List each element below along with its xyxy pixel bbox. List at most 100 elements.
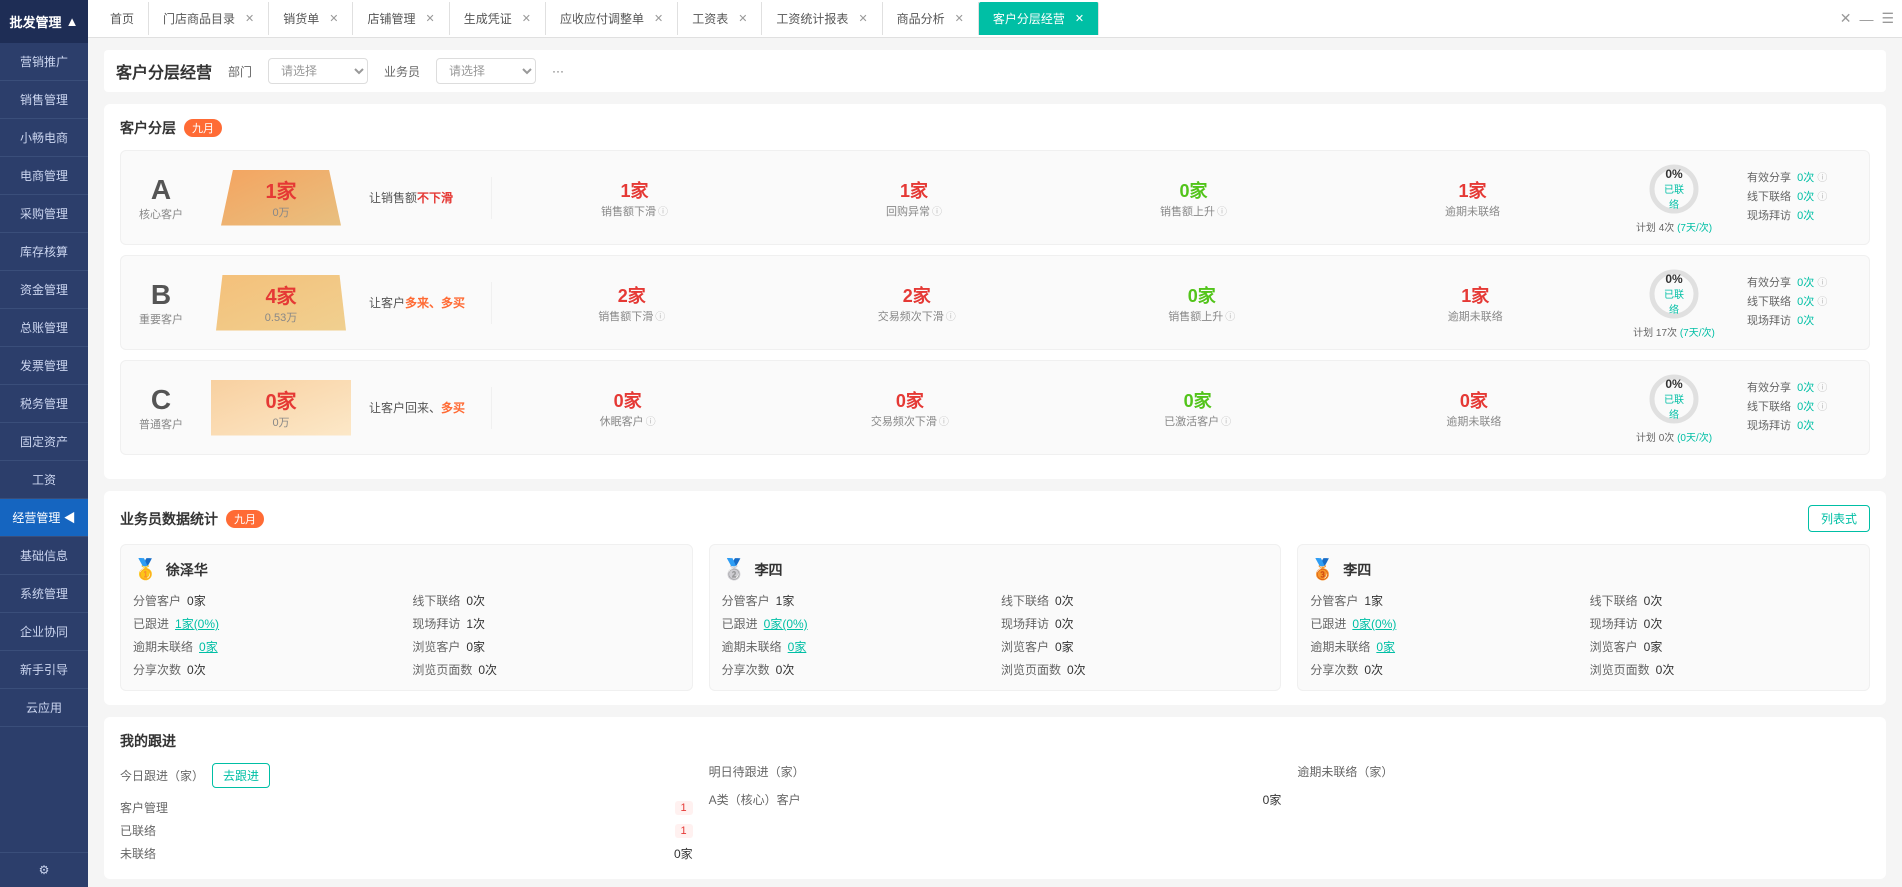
tab-close-store-manage[interactable]: ✕ [426, 12, 435, 25]
tier-c-side-stats: 有效分享 0次 ⓘ 线下联络 0次 ⓘ 现场拜访 0次 [1739, 379, 1869, 436]
sidebar-item-system[interactable]: 系统管理 [0, 575, 88, 613]
tab-close-payroll-report[interactable]: ✕ [858, 12, 867, 25]
tier-row-b: B 重要客户 4家 0.53万 让客户多来、多买 2家 销售 [120, 255, 1870, 350]
person-3-stat-visit: 现场拜访 0次 [1590, 615, 1857, 632]
person-2-stats: 分管客户 1家 线下联络 0次 已跟进 0家(0%) 现场拜访 [722, 592, 1269, 678]
tab-payroll-report[interactable]: 工资统计报表 ✕ [762, 2, 882, 35]
person-1-stat-offline: 线下联络 0次 [412, 592, 679, 609]
stat-info-icon[interactable]: ⓘ [1221, 413, 1231, 428]
page-header: 客户分层经营 部门 请选择 业务员 请选择 ··· [104, 50, 1886, 92]
stat-info-icon[interactable]: ⓘ [1217, 203, 1227, 218]
stat-info-icon[interactable]: ⓘ [655, 308, 665, 323]
medal-2-icon: 🥈 [722, 557, 747, 582]
tab-bar-controls: ✕ — ☰ [1840, 10, 1894, 27]
sidebar-top[interactable]: 批发管理 ▲ [0, 0, 88, 43]
person-3-stat-pages: 浏览页面数 0次 [1590, 661, 1857, 678]
sales-persons-grid: 🥇 徐泽华 分管客户 0家 线下联络 0次 已跟进 [120, 544, 1870, 691]
stat-info-icon[interactable]: ⓘ [1225, 308, 1235, 323]
tier-c-stat3: 0家 已激活客户 ⓘ [1156, 387, 1239, 429]
sidebar-item-purchase[interactable]: 采购管理 [0, 195, 88, 233]
followup-today-row3: 未联络 0家 [120, 842, 693, 865]
followup-section: 我的跟进 今日跟进（家） 去跟进 客户管理 1 已联络 1 [104, 717, 1886, 879]
tab-close-customer-tier[interactable]: ✕ [1075, 12, 1084, 25]
tab-scroll-left-icon[interactable]: ✕ [1840, 10, 1852, 27]
tab-ar-ap[interactable]: 应收应付调整单 ✕ [546, 2, 678, 35]
sidebar-item-marketing[interactable]: 营销推广 [0, 43, 88, 81]
person-2-stat-followed: 已跟进 0家(0%) [722, 615, 989, 632]
tier-c-summary: 0家 0万 [201, 380, 361, 436]
more-options-icon[interactable]: ··· [552, 64, 564, 78]
sidebar-settings[interactable]: ⚙ [0, 852, 88, 887]
sidebar-item-assets[interactable]: 固定资产 [0, 423, 88, 461]
stat-info-icon[interactable]: ⓘ [932, 203, 942, 218]
tab-menu-icon[interactable]: ☰ [1881, 10, 1894, 27]
person-card-2: 🥈 李四 分管客户 1家 线下联络 0次 已跟进 [709, 544, 1282, 691]
sidebar-item-ecommerce[interactable]: 电商管理 [0, 157, 88, 195]
person-3-name: 李四 [1343, 560, 1371, 580]
sidebar-item-ecommerce-small[interactable]: 小畅电商 [0, 119, 88, 157]
tier-a-stat1: 1家 销售额下滑 ⓘ [593, 177, 676, 219]
sidebar-expand-icon[interactable]: ▲ [66, 14, 79, 29]
medal-1-icon: 🥇 [133, 557, 158, 582]
followup-grid: 今日跟进（家） 去跟进 客户管理 1 已联络 1 未联络 0家 [120, 763, 1870, 865]
sidebar-item-tax[interactable]: 税务管理 [0, 385, 88, 423]
sidebar-item-sales[interactable]: 销售管理 [0, 81, 88, 119]
tier-c-tip: 让客户回来、多买 [361, 399, 491, 416]
tier-a-label: A 核心客户 [121, 174, 201, 222]
tier-c-stats: 0家 休眠客户 ⓘ 0家 交易频次下滑 ⓘ 0家 [491, 387, 1609, 429]
tab-close-store-products[interactable]: ✕ [245, 12, 254, 25]
goto-followup-button[interactable]: 去跟进 [212, 763, 270, 788]
stat-info-icon[interactable]: ⓘ [939, 413, 949, 428]
person-1-name: 徐泽华 [166, 560, 208, 580]
person-2-stat-pages: 浏览页面数 0次 [1001, 661, 1268, 678]
sidebar-top-label: 批发管理 [10, 12, 62, 31]
tier-a-stat3: 0家 销售额上升 ⓘ [1152, 177, 1235, 219]
sidebar-item-collab[interactable]: 企业协同 [0, 613, 88, 651]
customer-tier-badge: 九月 [184, 119, 222, 137]
tier-a-contact: 1家 逾期未联络 [1437, 177, 1508, 219]
sidebar-item-finance[interactable]: 资金管理 [0, 271, 88, 309]
tab-product-analysis[interactable]: 商品分析 ✕ [883, 2, 979, 35]
person-3-header: 🥉 李四 [1310, 557, 1857, 582]
sidebar-item-management[interactable]: 经营管理 ◀ [0, 499, 88, 537]
sidebar-item-invoice[interactable]: 发票管理 [0, 347, 88, 385]
person-card-1: 🥇 徐泽华 分管客户 0家 线下联络 0次 已跟进 [120, 544, 693, 691]
tab-close-product-analysis[interactable]: ✕ [955, 12, 964, 25]
biz-stats-title: 业务员数据统计 [120, 509, 218, 529]
stat-info-icon[interactable]: ⓘ [946, 308, 956, 323]
stat-info-icon[interactable]: ⓘ [646, 413, 656, 428]
tab-store-manage[interactable]: 店铺管理 ✕ [353, 2, 449, 35]
sales-select[interactable]: 请选择 [436, 58, 536, 84]
person-1-stat-browse: 浏览客户 0家 [412, 638, 679, 655]
stat-info-icon[interactable]: ⓘ [658, 203, 668, 218]
tab-scroll-right-icon[interactable]: — [1859, 11, 1873, 27]
customer-tier-title: 客户分层 [120, 118, 176, 138]
sidebar-item-base[interactable]: 基础信息 [0, 537, 88, 575]
sidebar-item-inventory[interactable]: 库存核算 [0, 233, 88, 271]
tab-store-products[interactable]: 门店商品目录 ✕ [149, 2, 269, 35]
tab-voucher[interactable]: 生成凭证 ✕ [450, 2, 546, 35]
tab-close-sales-order[interactable]: ✕ [329, 12, 338, 25]
tab-close-ar-ap[interactable]: ✕ [654, 12, 663, 25]
tier-b-tip: 让客户多来、多买 [361, 294, 491, 311]
tier-c-circle: 0% 已联络 计划 0次 (0天/次) [1609, 371, 1739, 444]
followup-tomorrow: 明日待跟进（家） A类（核心）客户 0家 [709, 763, 1282, 865]
tab-bar: 首页 门店商品目录 ✕ 销货单 ✕ 店铺管理 ✕ 生成凭证 ✕ 应收应付调整单 … [88, 0, 1902, 38]
list-view-button[interactable]: 列表式 [1808, 505, 1870, 532]
dept-select[interactable]: 请选择 [268, 58, 368, 84]
sidebar-item-guide[interactable]: 新手引导 [0, 651, 88, 689]
sidebar-item-payroll[interactable]: 工资 [0, 461, 88, 499]
tab-payroll-table[interactable]: 工资表 ✕ [678, 2, 762, 35]
tier-c-label: C 普通客户 [121, 384, 201, 432]
tab-customer-tier[interactable]: 客户分层经营 ✕ [979, 2, 1099, 35]
followup-today-row2: 已联络 1 [120, 819, 693, 842]
tab-close-voucher[interactable]: ✕ [522, 12, 531, 25]
tier-a-side-stats: 有效分享 0次 ⓘ 线下联络 0次 ⓘ 现场拜访 0次 [1739, 169, 1869, 226]
sidebar-item-ledger[interactable]: 总账管理 [0, 309, 88, 347]
sidebar-item-cloud[interactable]: 云应用 [0, 689, 88, 727]
tab-sales-order[interactable]: 销货单 ✕ [269, 2, 353, 35]
tab-home[interactable]: 首页 [96, 2, 149, 35]
person-2-stat-visit: 现场拜访 0次 [1001, 615, 1268, 632]
tab-close-payroll-table[interactable]: ✕ [738, 12, 747, 25]
person-1-stat-managed: 分管客户 0家 [133, 592, 400, 609]
